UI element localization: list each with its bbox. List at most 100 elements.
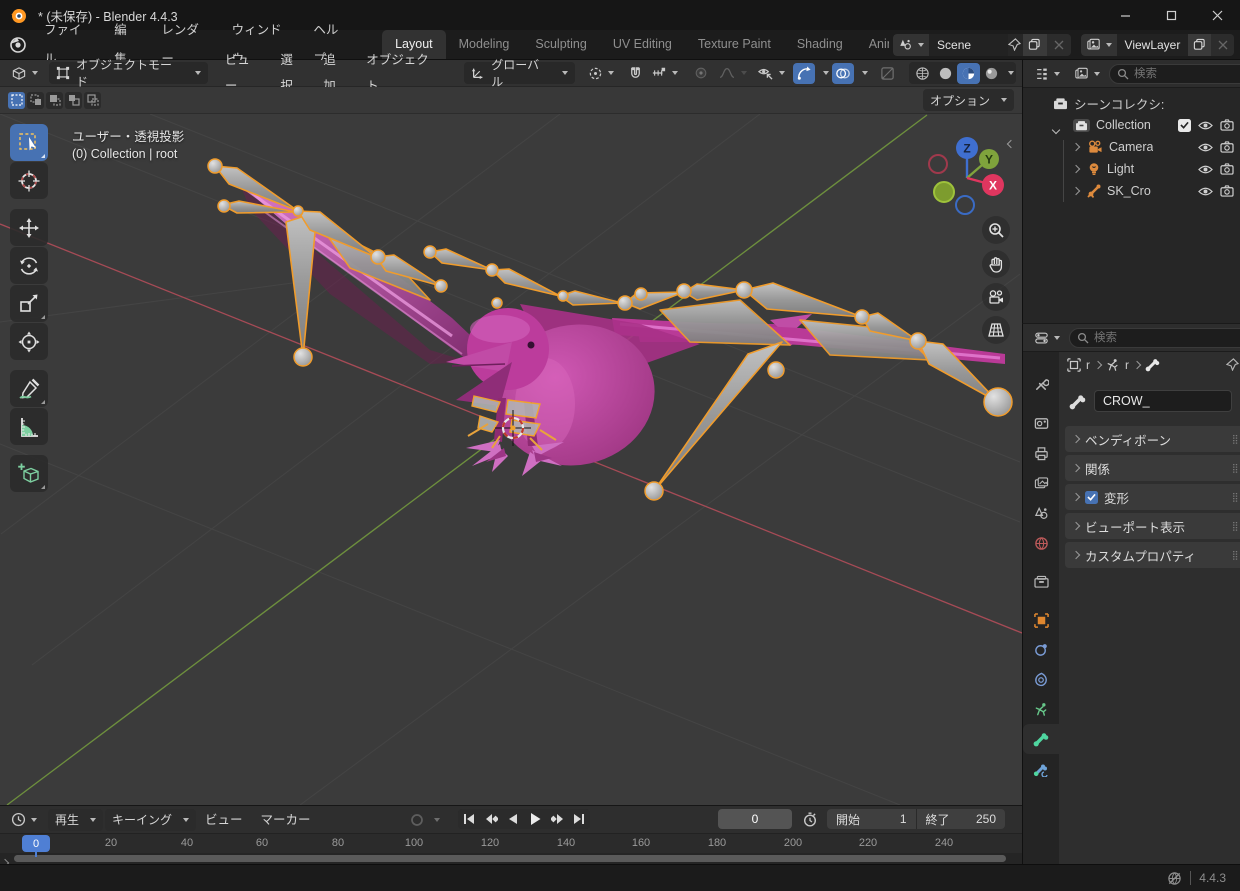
shading-material-button[interactable] — [957, 62, 980, 84]
viewlayer-browse-button[interactable] — [1080, 33, 1117, 56]
new-scene-button[interactable] — [1022, 33, 1047, 56]
zoom-button[interactable] — [982, 216, 1010, 244]
scene-name[interactable]: Scene — [929, 33, 1008, 56]
navigation-gizmo[interactable]: Z Y X — [925, 132, 1009, 220]
hide-eye-icon[interactable] — [1198, 142, 1213, 153]
tab-scene[interactable] — [1023, 498, 1059, 528]
play-reverse-button[interactable] — [502, 809, 524, 829]
workspace-tab-animation[interactable]: Animatio — [856, 30, 889, 59]
panel-custom-properties[interactable]: カスタムプロパティ⣿⣿ — [1065, 542, 1240, 568]
playback-menu[interactable]: 再生 — [48, 808, 104, 831]
jump-to-end-button[interactable] — [568, 809, 590, 829]
expand-icon[interactable] — [1071, 164, 1081, 174]
use-preview-range-button[interactable] — [798, 809, 822, 830]
show-overlays-toggle[interactable] — [832, 62, 854, 84]
tab-collection[interactable] — [1023, 566, 1059, 596]
minimize-button[interactable] — [1102, 0, 1148, 30]
render-visibility-icon[interactable] — [1220, 141, 1234, 153]
render-visibility-icon[interactable] — [1220, 185, 1234, 197]
unlink-scene-button[interactable] — [1046, 33, 1071, 56]
properties-search-input[interactable] — [1069, 327, 1240, 348]
rotate-tool[interactable] — [10, 247, 48, 284]
expand-icon[interactable] — [1051, 122, 1061, 136]
tab-render[interactable] — [1023, 408, 1059, 438]
tab-tool[interactable] — [1023, 369, 1059, 399]
render-visibility-icon[interactable] — [1220, 119, 1234, 131]
tab-object[interactable] — [1023, 605, 1059, 635]
collection-row[interactable]: Collection — [1023, 114, 1240, 136]
timeline-ruler[interactable]: 20 40 60 80 100 120 140 160 180 200 220 … — [0, 833, 1022, 854]
tab-physics[interactable] — [1023, 664, 1059, 694]
panel-deform[interactable]: 変形⣿⣿ — [1065, 484, 1240, 510]
viewlayer-name[interactable]: ViewLayer — [1116, 33, 1189, 56]
crumb-data-name[interactable]: r — [1125, 358, 1129, 372]
scale-tool[interactable] — [10, 285, 48, 322]
snap-settings-dropdown[interactable] — [646, 63, 683, 84]
panel-relations[interactable]: 関係⣿⣿ — [1065, 455, 1240, 481]
playhead[interactable]: 0 — [22, 835, 50, 852]
outliner-editor-dropdown[interactable] — [1029, 63, 1065, 84]
shading-wireframe-button[interactable] — [911, 63, 934, 84]
add-cube-tool[interactable] — [10, 455, 48, 492]
collection-checkbox[interactable] — [1178, 118, 1191, 132]
deform-checkbox[interactable] — [1085, 490, 1098, 504]
jump-to-start-button[interactable] — [458, 809, 480, 829]
timeline-menu-view[interactable]: ビュー — [196, 807, 252, 833]
keying-menu[interactable]: キーイング — [105, 808, 197, 831]
transform-tool[interactable] — [10, 323, 48, 360]
cursor-tool[interactable] — [10, 162, 48, 199]
timeline-editor-dropdown[interactable] — [6, 809, 42, 830]
prev-keyframe-button[interactable] — [480, 809, 502, 829]
blender-app-menu[interactable] — [8, 36, 28, 54]
workspace-tab-texture-paint[interactable]: Texture Paint — [685, 30, 784, 59]
current-frame-field[interactable]: 0 — [718, 809, 792, 829]
armature-row[interactable]: SK_Cro — [1023, 180, 1240, 202]
render-visibility-icon[interactable] — [1220, 163, 1234, 175]
pin-id-icon[interactable] — [1226, 358, 1239, 371]
proportional-editing-toggle[interactable] — [689, 63, 713, 84]
viewport-canvas[interactable]: ユーザー・透視投影 (0) Collection | root Z Y X — [0, 114, 1022, 805]
frame-start-field[interactable]: 開始 1 — [827, 809, 917, 829]
snap-toggle[interactable] — [625, 63, 646, 84]
hide-eye-icon[interactable] — [1198, 164, 1213, 175]
outliner-display-mode-dropdown[interactable] — [1069, 63, 1105, 84]
properties-editor-dropdown[interactable] — [1029, 327, 1065, 348]
tab-object-data[interactable] — [1023, 694, 1059, 724]
select-box-tool[interactable] — [10, 124, 48, 161]
scene-browse-button[interactable] — [893, 33, 930, 56]
expand-icon[interactable] — [1071, 142, 1081, 152]
hide-eye-icon[interactable] — [1198, 186, 1213, 197]
pivot-point-dropdown[interactable] — [583, 63, 619, 84]
workspace-tab-modeling[interactable]: Modeling — [446, 30, 523, 59]
pin-icon[interactable] — [1007, 38, 1021, 51]
camera-row[interactable]: Camera — [1023, 136, 1240, 158]
tab-output[interactable] — [1023, 438, 1059, 468]
sidebar-toggle[interactable] — [1006, 136, 1016, 150]
new-viewlayer-button[interactable] — [1188, 33, 1212, 56]
pan-button[interactable] — [982, 250, 1010, 278]
shading-rendered-button[interactable] — [980, 63, 1003, 84]
select-mode-invert-button[interactable] — [65, 91, 82, 109]
timeline-menu-marker[interactable]: マーカー — [252, 807, 320, 833]
tab-view-layer[interactable] — [1023, 468, 1059, 498]
select-mode-intersect-button[interactable] — [84, 91, 101, 109]
maximize-button[interactable] — [1148, 0, 1194, 30]
next-keyframe-button[interactable] — [546, 809, 568, 829]
expand-icon[interactable] — [1071, 186, 1081, 196]
select-mode-subtract-button[interactable] — [46, 91, 63, 109]
camera-view-button[interactable] — [982, 283, 1010, 311]
select-mode-new-button[interactable] — [8, 91, 25, 109]
bone-name-input[interactable] — [1094, 390, 1232, 412]
light-row[interactable]: Light — [1023, 158, 1240, 180]
auto-key-toggle[interactable] — [405, 809, 429, 830]
tab-bone-constraints[interactable] — [1023, 754, 1059, 784]
remove-viewlayer-button[interactable] — [1211, 33, 1234, 56]
scene-collection-row[interactable]: シーンコレクシ: — [1023, 92, 1240, 114]
move-tool[interactable] — [10, 209, 48, 246]
play-button[interactable] — [524, 809, 546, 829]
workspace-tab-uv-editing[interactable]: UV Editing — [600, 30, 685, 59]
tab-bone[interactable] — [1023, 724, 1059, 754]
crumb-object-name[interactable]: r — [1086, 358, 1090, 372]
show-gizmo-toggle[interactable] — [793, 62, 815, 84]
ortho-toggle-button[interactable] — [982, 316, 1010, 344]
